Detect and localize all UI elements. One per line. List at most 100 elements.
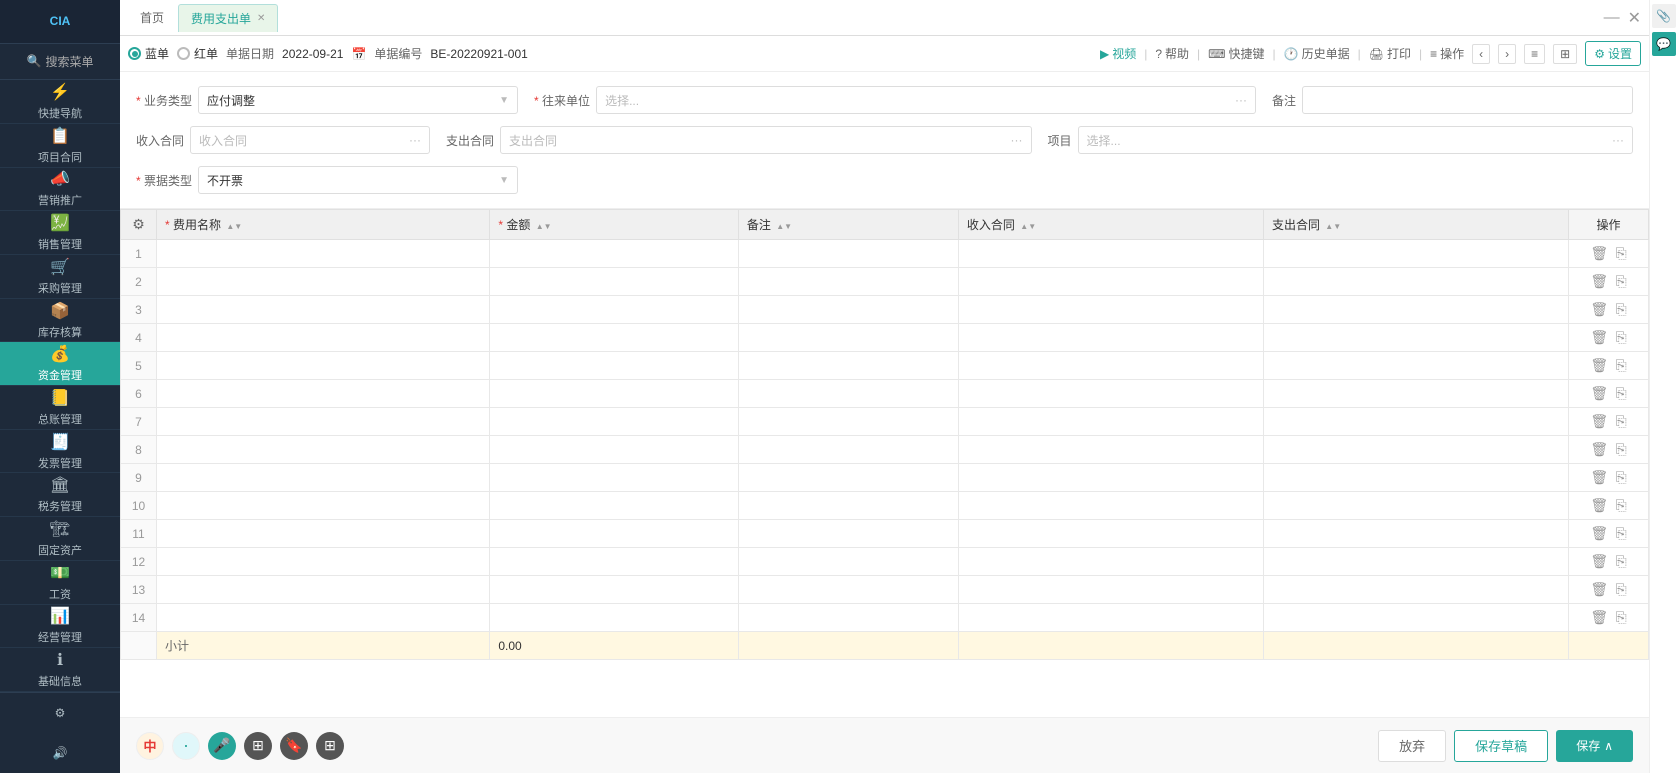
income-contract-cell[interactable] [958, 296, 1263, 324]
notes-cell[interactable] [738, 464, 958, 492]
shuang-icon-btn[interactable]: 中 [136, 732, 164, 760]
sidebar-item-inventory[interactable]: 📦 库存核算 [0, 299, 120, 343]
tab-close-icon[interactable]: ✕ [257, 13, 265, 24]
income-contract-cell[interactable] [958, 352, 1263, 380]
income-contract-cell[interactable] [958, 436, 1263, 464]
expense-contract-cell[interactable] [1263, 408, 1568, 436]
expense-name-cell[interactable] [157, 240, 490, 268]
amount-cell[interactable] [490, 352, 738, 380]
expense-contract-cell[interactable] [1263, 464, 1568, 492]
amount-cell[interactable] [490, 380, 738, 408]
notes-cell[interactable] [738, 296, 958, 324]
sidebar-item-ledger[interactable]: 📒 总账管理 [0, 386, 120, 430]
attachment-btn[interactable]: 📎 [1652, 4, 1676, 28]
expense-name-cell[interactable] [157, 576, 490, 604]
col-header-gear[interactable]: ⚙ [121, 210, 157, 240]
sidebar-item-basic-info[interactable]: ℹ 基础信息 [0, 648, 120, 692]
row-delete-btn[interactable]: 🗑 [1588, 411, 1610, 432]
amount-cell[interactable] [490, 492, 738, 520]
row-delete-btn[interactable]: 🗑 [1588, 495, 1610, 516]
expense-name-cell[interactable] [157, 464, 490, 492]
income-contract-input[interactable]: 收入合同 ··· [190, 126, 430, 154]
comment-btn[interactable]: 💬 [1652, 32, 1676, 56]
income-contract-cell[interactable] [958, 324, 1263, 352]
income-contract-cell[interactable] [958, 520, 1263, 548]
expense-contract-ellipsis-icon[interactable]: ··· [1011, 133, 1023, 147]
expense-name-cell[interactable] [157, 352, 490, 380]
notes-sort-icon[interactable]: ▲▼ [776, 223, 792, 231]
row-copy-btn[interactable]: ⎘ [1613, 467, 1628, 488]
sidebar-item-purchase[interactable]: 🛒 采购管理 [0, 255, 120, 299]
expense-contract-cell[interactable] [1263, 604, 1568, 632]
expense-contract-cell[interactable] [1263, 352, 1568, 380]
row-delete-btn[interactable]: 🗑 [1588, 467, 1610, 488]
mic-icon-btn[interactable]: 🎤 [208, 732, 236, 760]
income-contract-cell[interactable] [958, 576, 1263, 604]
income-contract-cell[interactable] [958, 408, 1263, 436]
amount-cell[interactable] [490, 240, 738, 268]
income-contract-sort-icon[interactable]: ▲▼ [1020, 223, 1036, 231]
grid-view-btn[interactable]: ⊞ [1553, 44, 1577, 64]
row-delete-btn[interactable]: 🗑 [1588, 355, 1610, 376]
expense-contract-cell[interactable] [1263, 548, 1568, 576]
sidebar-item-sales[interactable]: 💹 销售管理 [0, 211, 120, 255]
row-delete-btn[interactable]: 🗑 [1588, 243, 1610, 264]
expense-name-cell[interactable] [157, 604, 490, 632]
amount-cell[interactable] [490, 436, 738, 464]
row-copy-btn[interactable]: ⎘ [1613, 523, 1628, 544]
amount-cell[interactable] [490, 408, 738, 436]
amount-cell[interactable] [490, 576, 738, 604]
row-copy-btn[interactable]: ⎘ [1613, 607, 1628, 628]
sidebar-item-payroll[interactable]: 💵 工资 [0, 561, 120, 605]
partner-input[interactable]: 选择... ··· [596, 86, 1256, 114]
project-ellipsis-icon[interactable]: ··· [1612, 133, 1624, 147]
tab-expense[interactable]: 费用支出单 ✕ [178, 4, 278, 32]
row-delete-btn[interactable]: 🗑 [1588, 271, 1610, 292]
copy-icon-btn[interactable]: ⊞ [244, 732, 272, 760]
expense-name-cell[interactable] [157, 492, 490, 520]
close-btn[interactable]: ✕ [1628, 8, 1641, 28]
amount-cell[interactable] [490, 604, 738, 632]
notes-cell[interactable] [738, 576, 958, 604]
row-delete-btn[interactable]: 🗑 [1588, 523, 1610, 544]
income-contract-cell[interactable] [958, 492, 1263, 520]
bookmark-icon-btn[interactable]: 🔖 [280, 732, 308, 760]
table-gear-icon[interactable]: ⚙ [132, 216, 145, 232]
notes-cell[interactable] [738, 352, 958, 380]
expense-name-cell[interactable] [157, 324, 490, 352]
notes-cell[interactable] [738, 240, 958, 268]
row-delete-btn[interactable]: 🗑 [1588, 551, 1610, 572]
income-contract-cell[interactable] [958, 548, 1263, 576]
notes-cell[interactable] [738, 380, 958, 408]
sidebar-item-tax[interactable]: 🏛 税务管理 [0, 473, 120, 517]
row-copy-btn[interactable]: ⎘ [1613, 355, 1628, 376]
row-delete-btn[interactable]: 🗑 [1588, 383, 1610, 404]
operations-btn[interactable]: ≡ 操作 [1430, 45, 1464, 62]
sidebar-item-quick-nav[interactable]: ⚡ 快捷导航 [0, 80, 120, 124]
row-copy-btn[interactable]: ⎘ [1613, 579, 1628, 600]
partner-ellipsis-icon[interactable]: ··· [1235, 93, 1247, 107]
notes-cell[interactable] [738, 548, 958, 576]
notes-cell[interactable] [738, 492, 958, 520]
row-copy-btn[interactable]: ⎘ [1613, 299, 1628, 320]
notes-cell[interactable] [738, 268, 958, 296]
expense-name-cell[interactable] [157, 296, 490, 324]
expense-name-cell[interactable] [157, 408, 490, 436]
sidebar-volume-btn[interactable]: 🔊 [0, 733, 120, 773]
amount-cell[interactable] [490, 296, 738, 324]
notes-cell[interactable] [738, 324, 958, 352]
income-contract-ellipsis-icon[interactable]: ··· [409, 133, 421, 147]
amount-cell[interactable] [490, 464, 738, 492]
expense-contract-cell[interactable] [1263, 324, 1568, 352]
expense-name-cell[interactable] [157, 436, 490, 464]
list-view-btn[interactable]: ≡ [1524, 44, 1545, 64]
expense-contract-cell[interactable] [1263, 240, 1568, 268]
expense-name-sort-icon[interactable]: ▲▼ [226, 223, 242, 231]
row-delete-btn[interactable]: 🗑 [1588, 299, 1610, 320]
row-copy-btn[interactable]: ⎘ [1613, 495, 1628, 516]
notes-cell[interactable] [738, 408, 958, 436]
income-contract-cell[interactable] [958, 604, 1263, 632]
row-copy-btn[interactable]: ⎘ [1613, 383, 1628, 404]
video-btn[interactable]: ▶ 视频 [1100, 45, 1136, 62]
minimize-btn[interactable]: — [1604, 9, 1620, 27]
